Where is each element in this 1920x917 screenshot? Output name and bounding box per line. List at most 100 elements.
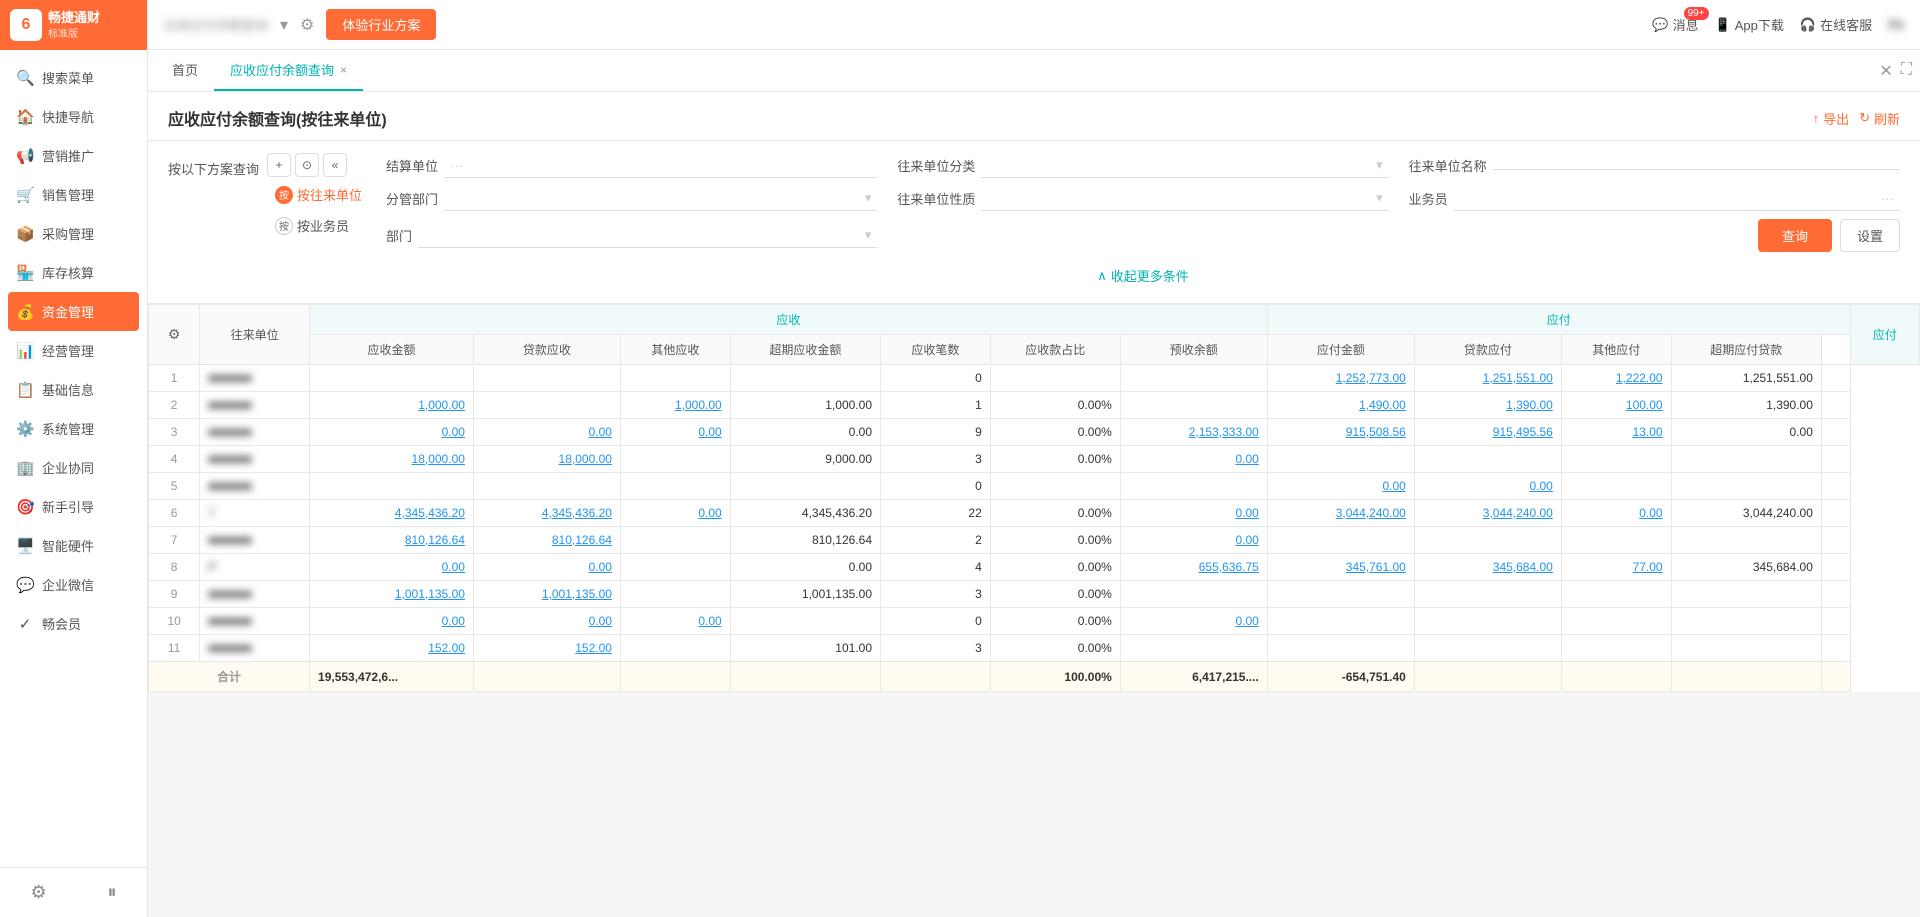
sidebar-item-guide[interactable]: 🎯 新手引导 <box>0 487 147 526</box>
filter-dept-input[interactable]: ▾ <box>418 223 877 248</box>
filter-salesman-label: 按业务员 <box>297 216 349 235</box>
sidebar-label-quick: 快捷导航 <box>42 107 94 126</box>
col-ar-other: 其他应收 <box>620 335 730 365</box>
tab-arbalance[interactable]: 应收应付余额查询 × <box>214 50 363 91</box>
sidebar-item-member[interactable]: ✓ 畅会员 <box>0 604 147 643</box>
online-service-button[interactable]: 🎧 在线客服 <box>1800 15 1872 34</box>
sidebar-item-wechat[interactable]: 💬 企业微信 <box>0 565 147 604</box>
col-ap-overdue: 超期应付贷款 <box>1671 335 1821 365</box>
table-row: 1■■■■■■01,252,773.001,251,551.001,222.00… <box>149 365 1920 392</box>
export-icon: ↑ <box>1813 111 1820 126</box>
filter-unit-nature-input[interactable]: ▾ <box>981 186 1388 211</box>
table-row: 11■■■■■■152.00152.00101.0030.00% <box>149 635 1920 662</box>
cell-partner: 7 <box>200 500 310 527</box>
app-download-button[interactable]: 📱 App下载 <box>1715 15 1784 34</box>
header-breadcrumb: 应收应付余额查询 <box>164 15 268 34</box>
filter-jiesuan-input[interactable]: ··· <box>444 154 877 178</box>
header-user[interactable]: Rit <box>1888 17 1904 32</box>
sidebar-item-capital[interactable]: 💰 资金管理 <box>8 292 139 331</box>
filter-option-partner[interactable]: 按 按往来单位 <box>267 181 370 208</box>
filter-collapse-btn[interactable]: « <box>323 153 347 177</box>
sidebar-label-wechat: 企业微信 <box>42 575 94 594</box>
table-row: 2■■■■■■1,000.001,000.001,000.0010.00%1,4… <box>149 392 1920 419</box>
sidebar-item-corp[interactable]: 🏢 企业协同 <box>0 448 147 487</box>
total-ar-count <box>881 662 991 692</box>
system-icon: ⚙️ <box>16 420 34 438</box>
table-area: ⚙ 往来单位 应收 应付 应付 应收金额 贷款应收 其他应收 超期应收金额 应收… <box>148 304 1920 692</box>
filter-unit-name: 往来单位名称 <box>1409 153 1900 178</box>
total-ap-col <box>1821 662 1850 692</box>
table-row: 7■■■■■■810,126.64810,126.64810,126.6420.… <box>149 527 1920 554</box>
col-ar-amount: 应收金额 <box>310 335 474 365</box>
cell-partner: ■■■■■■ <box>200 581 310 608</box>
cell-partner: ■■■■■■ <box>200 365 310 392</box>
tab-home[interactable]: 首页 <box>156 50 214 91</box>
logo-icon: 6 <box>10 9 42 41</box>
filter-salesman-input[interactable]: ··· <box>1454 187 1900 211</box>
sidebar-settings-btn[interactable]: ⚙ <box>20 876 56 909</box>
total-ap-loan <box>1414 662 1561 692</box>
total-ar-amount: 19,553,472,6... <box>310 662 474 692</box>
cell-partner: P <box>200 554 310 581</box>
set-button[interactable]: 设置 <box>1840 219 1900 252</box>
msg-badge: 99+ <box>1684 7 1709 20</box>
table-row: 4■■■■■■18,000.0018,000.009,000.0030.00%0… <box>149 446 1920 473</box>
col-ar-prepay: 预收余额 <box>1120 335 1267 365</box>
cell-partner: ■■■■■■ <box>200 473 310 500</box>
wechat-icon: 💬 <box>16 576 34 594</box>
table-settings-icon[interactable]: ⚙ <box>168 326 181 342</box>
filter-btn-group: + ⊙ « 按 按往来单位 按 按业务员 <box>267 153 370 239</box>
sidebar-item-purchase[interactable]: 📦 采购管理 <box>0 214 147 253</box>
sidebar-label-base: 基础信息 <box>42 380 94 399</box>
collapse-more-btn[interactable]: ∧ 收起更多条件 <box>386 260 1900 291</box>
sidebar-label-marketing: 营销推广 <box>42 146 94 165</box>
filter-dept-manage: 分管部门 ▾ <box>386 186 877 211</box>
total-ap-other <box>1561 662 1671 692</box>
filter-btn-row: + ⊙ « <box>267 153 370 177</box>
total-ar-overdue <box>730 662 880 692</box>
service-icon: 🎧 <box>1800 17 1816 33</box>
col-ar-group-header: 应收 <box>310 305 1268 335</box>
sidebar-item-sales[interactable]: 🛒 销售管理 <box>0 175 147 214</box>
col-ar-ratio: 应收款占比 <box>990 335 1120 365</box>
logo-text: 畅捷通财 <box>48 10 100 26</box>
col-ar-overdue: 超期应收金额 <box>730 335 880 365</box>
sidebar-label-inventory: 库存核算 <box>42 263 94 282</box>
filter-unit-category-input[interactable]: ▾ <box>981 153 1388 178</box>
refresh-icon: ↻ <box>1859 110 1870 126</box>
hardware-icon: 🖥️ <box>16 537 34 555</box>
tab-close-icon[interactable]: × <box>340 63 347 77</box>
page-body: 应收应付余额查询(按往来单位) ↑ 导出 ↻ 刷新 按以下方案查询 <box>148 92 1920 917</box>
sidebar-item-inventory[interactable]: 🏪 库存核算 <box>0 253 147 292</box>
query-button[interactable]: 查询 <box>1758 219 1832 252</box>
solution-button[interactable]: 体验行业方案 <box>326 9 436 40</box>
sidebar-item-base[interactable]: 📋 基础信息 <box>0 370 147 409</box>
header-gear-icon[interactable]: ⚙ <box>300 15 314 35</box>
filter-dept-manage-input[interactable]: ▾ <box>444 186 877 211</box>
sidebar-item-hardware[interactable]: 🖥️ 智能硬件 <box>0 526 147 565</box>
table-row: 674,345,436.204,345,436.200.004,345,436.… <box>149 500 1920 527</box>
col-settings[interactable]: ⚙ <box>149 305 200 365</box>
filter-unit-name-input[interactable] <box>1493 161 1900 170</box>
header-dropdown-icon[interactable]: ▾ <box>280 15 288 35</box>
app-download-icon: 📱 <box>1715 17 1731 33</box>
sidebar-item-marketing[interactable]: 📢 营销推广 <box>0 136 147 175</box>
filter-settings-btn[interactable]: ⊙ <box>295 153 319 177</box>
sidebar-item-search[interactable]: 🔍 搜索菜单 <box>0 58 147 97</box>
filter-unit-nature: 往来单位性质 ▾ <box>897 186 1388 211</box>
refresh-button[interactable]: ↻ 刷新 <box>1859 109 1900 128</box>
filter-option-salesman[interactable]: 按 按业务员 <box>267 212 370 239</box>
tab-maximize-icon[interactable]: ⛶ <box>1901 61 1912 81</box>
filter-add-btn[interactable]: + <box>267 153 291 177</box>
filter-partner-icon: 按 <box>275 186 293 204</box>
export-button[interactable]: ↑ 导出 <box>1813 109 1850 128</box>
sidebar-item-system[interactable]: ⚙️ 系统管理 <box>0 409 147 448</box>
filter-area: 按以下方案查询 + ⊙ « 按 按往来单位 按 按业 <box>148 141 1920 304</box>
header-msg-button[interactable]: 💬 消息 99+ <box>1652 15 1698 34</box>
sidebar-item-operation[interactable]: 📊 经营管理 <box>0 331 147 370</box>
sidebar-label-hardware: 智能硬件 <box>42 536 94 555</box>
sidebar-item-quick[interactable]: 🏠 快捷导航 <box>0 97 147 136</box>
tab-close-window-icon[interactable]: ✕ <box>1879 61 1892 81</box>
sidebar-collapse-btn[interactable]: ⏸ <box>98 876 127 909</box>
filter-by-label: 按以下方案查询 <box>168 153 259 178</box>
